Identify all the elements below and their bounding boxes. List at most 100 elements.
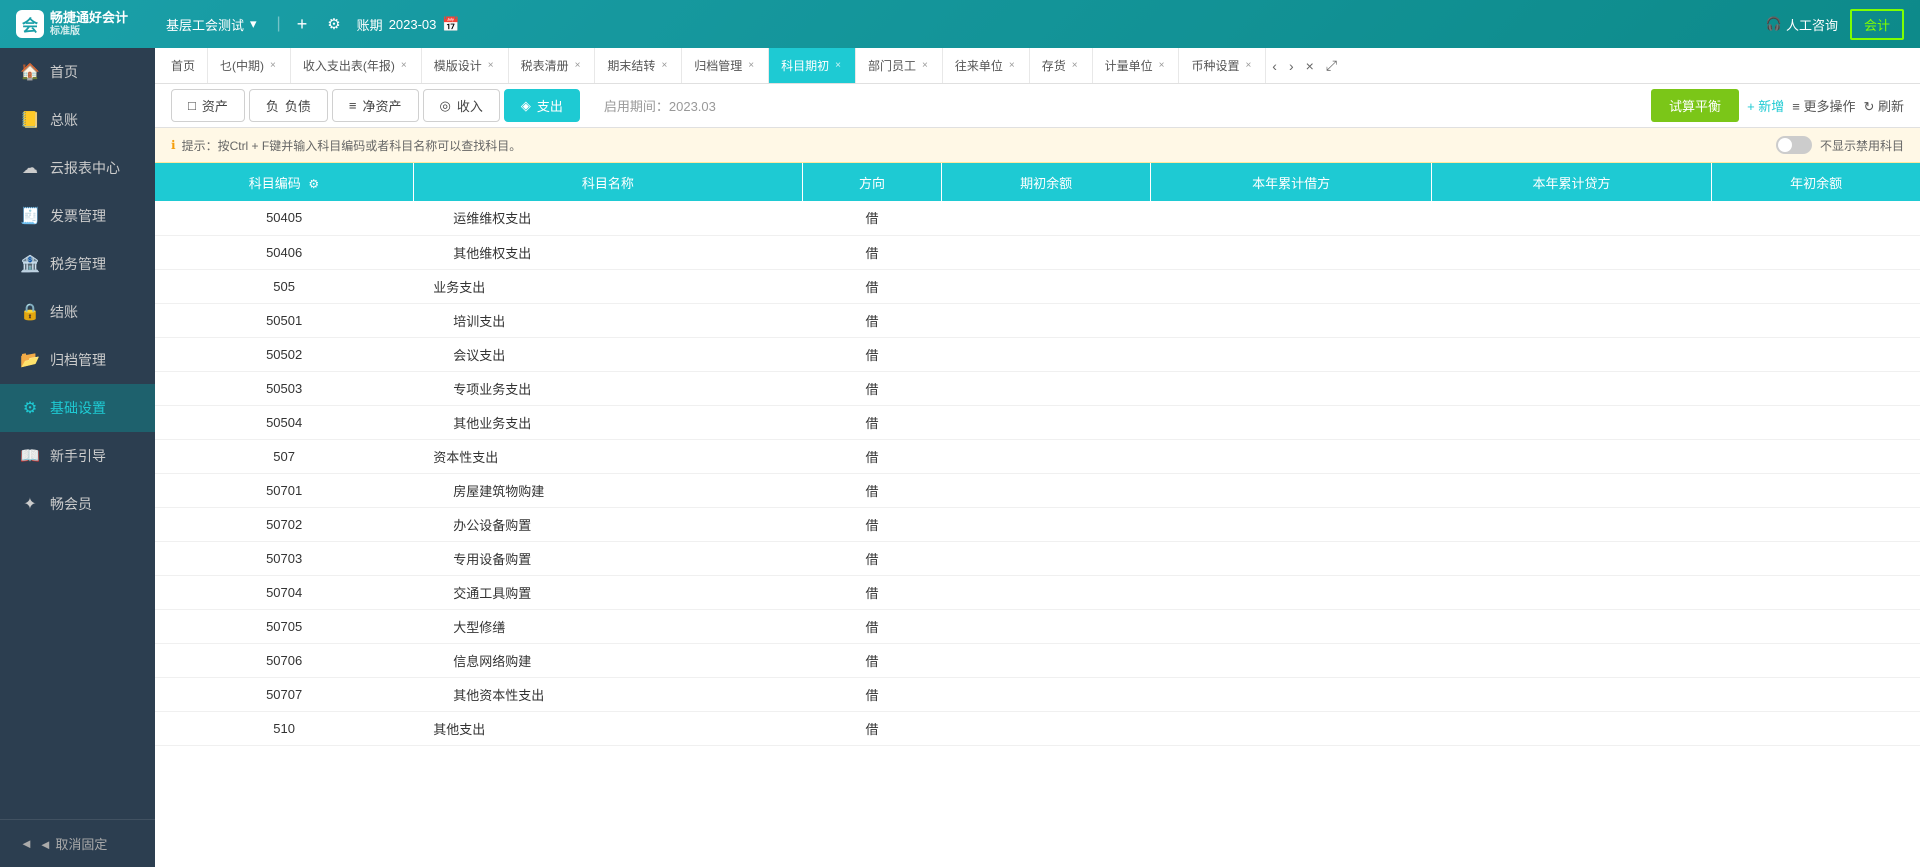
calendar-icon[interactable]: 📅 <box>442 16 459 33</box>
table-row[interactable]: 50504其他业务支出借 <box>155 405 1920 439</box>
cat-net-asset-button[interactable]: ≡ 净资产 <box>332 89 419 122</box>
cell-year-debit <box>1151 609 1431 643</box>
cell-name: 大型修缮 <box>413 609 802 643</box>
tab-home-label: 首页 <box>171 57 195 74</box>
tab-mid-report[interactable]: 乜(中期) × <box>208 48 291 84</box>
account-button[interactable]: 会计 <box>1850 9 1904 40</box>
cell-year-debit <box>1151 303 1431 337</box>
th-year-credit: 本年累计贷方 <box>1431 163 1711 201</box>
cell-direction: 借 <box>803 541 942 575</box>
tab-contacts-close[interactable]: × <box>1007 60 1017 71</box>
cell-year-credit <box>1431 711 1711 745</box>
cat-income-button[interactable]: ◎ 收入 <box>423 89 500 122</box>
cell-period-balance <box>941 303 1151 337</box>
tab-next-button[interactable]: › <box>1283 48 1300 84</box>
tab-income-expense[interactable]: 收入支出表(年报) × <box>291 48 422 84</box>
table-row[interactable]: 505业务支出借 <box>155 269 1920 303</box>
sidebar-label-guide: 新手引导 <box>50 446 106 466</box>
table-row[interactable]: 50707其他资本性支出借 <box>155 677 1920 711</box>
tab-archive-mgr[interactable]: 归档管理 × <box>682 48 769 84</box>
tab-close-all-button[interactable]: × <box>1300 48 1320 84</box>
tab-dept-staff[interactable]: 部门员工 × <box>856 48 943 84</box>
sidebar-item-home[interactable]: 🏠 首页 <box>0 48 155 96</box>
tab-period-end[interactable]: 期末结转 × <box>595 48 682 84</box>
cell-code: 50706 <box>155 643 413 677</box>
cell-direction: 借 <box>803 303 942 337</box>
cell-year-balance <box>1712 473 1920 507</box>
tab-unit-label: 计量单位 <box>1105 57 1153 74</box>
cat-liability-button[interactable]: 负 负债 <box>249 89 328 122</box>
th-name: 科目名称 <box>413 163 802 201</box>
tab-archive-mgr-close[interactable]: × <box>746 60 756 71</box>
table-container: 科目编码 ⚙ 科目名称 方向 期初余额 本年累计借方 本年累计贷方 年初余额 5… <box>155 163 1920 867</box>
cat-expense-button[interactable]: ◈ 支出 <box>504 89 580 122</box>
tab-contacts[interactable]: 往来单位 × <box>943 48 1030 84</box>
disable-subject-toggle[interactable] <box>1776 136 1812 154</box>
sidebar-item-invoice[interactable]: 🧾 发票管理 <box>0 192 155 240</box>
sidebar-item-ledger[interactable]: 📒 总账 <box>0 96 155 144</box>
tab-currency[interactable]: 币种设置 × <box>1179 48 1266 84</box>
tab-home[interactable]: 首页 <box>159 48 208 84</box>
settings-icon[interactable]: ⚙ <box>308 177 319 191</box>
tab-prev-button[interactable]: ‹ <box>1266 48 1283 84</box>
cell-code: 50701 <box>155 473 413 507</box>
action-buttons: 试算平衡 + 新增 ≡ 更多操作 ↻ 刷新 <box>1651 89 1904 122</box>
add-button[interactable]: + 新增 <box>1747 96 1784 115</box>
cell-direction: 借 <box>803 711 942 745</box>
sidebar-item-cloud-report[interactable]: ☁ 云报表中心 <box>0 144 155 192</box>
cell-name: 专项业务支出 <box>413 371 802 405</box>
tab-unit-close[interactable]: × <box>1157 60 1167 71</box>
table-row[interactable]: 50704交通工具购置借 <box>155 575 1920 609</box>
cell-year-credit <box>1431 439 1711 473</box>
tab-currency-close[interactable]: × <box>1243 60 1253 71</box>
table-row[interactable]: 50706信息网络购建借 <box>155 643 1920 677</box>
sidebar-item-checkout[interactable]: 🔒 结账 <box>0 288 155 336</box>
cat-asset-button[interactable]: □ 资产 <box>171 89 245 122</box>
sidebar-item-guide[interactable]: 📖 新手引导 <box>0 432 155 480</box>
sidebar-item-basic[interactable]: ⚙ 基础设置 <box>0 384 155 432</box>
table-row[interactable]: 50405运维维权支出借 <box>155 201 1920 235</box>
company-selector[interactable]: 基层工会测试 ▾ <box>158 11 265 38</box>
table-row[interactable]: 50501培训支出借 <box>155 303 1920 337</box>
tab-expand-button[interactable]: ⤢ <box>1320 48 1343 84</box>
sidebar-item-tax[interactable]: 🏦 税务管理 <box>0 240 155 288</box>
add-company-button[interactable]: + <box>293 14 312 35</box>
table-row[interactable]: 50503专项业务支出借 <box>155 371 1920 405</box>
trial-balance-button[interactable]: 试算平衡 <box>1651 89 1739 122</box>
table-row[interactable]: 50502会议支出借 <box>155 337 1920 371</box>
tab-dept-staff-close[interactable]: × <box>920 60 930 71</box>
sidebar-item-archive[interactable]: 📂 归档管理 <box>0 336 155 384</box>
tab-mid-report-close[interactable]: × <box>268 60 278 71</box>
settings-icon[interactable]: ⚙ <box>323 15 344 33</box>
tab-template-close[interactable]: × <box>486 60 496 71</box>
tab-tax-table-close[interactable]: × <box>573 60 583 71</box>
tab-inventory-close[interactable]: × <box>1070 60 1080 71</box>
cell-year-debit <box>1151 337 1431 371</box>
table-row[interactable]: 50701房屋建筑物购建借 <box>155 473 1920 507</box>
archive-icon: 📂 <box>20 350 40 370</box>
tab-subject-init-close[interactable]: × <box>833 60 843 71</box>
tab-tax-table[interactable]: 税表清册 × <box>509 48 596 84</box>
cell-direction: 借 <box>803 507 942 541</box>
th-direction: 方向 <box>803 163 942 201</box>
tab-unit[interactable]: 计量单位 × <box>1093 48 1180 84</box>
tab-subject-init[interactable]: 科目期初 × <box>769 48 856 84</box>
table-row[interactable]: 507资本性支出借 <box>155 439 1920 473</box>
collapse-label: ◄ 取消固定 <box>39 834 107 853</box>
more-actions-button[interactable]: ≡ 更多操作 <box>1792 96 1855 115</box>
table-row[interactable]: 50705大型修缮借 <box>155 609 1920 643</box>
table-row[interactable]: 50702办公设备购置借 <box>155 507 1920 541</box>
tab-template[interactable]: 模版设计 × <box>422 48 509 84</box>
tab-inventory[interactable]: 存货 × <box>1030 48 1093 84</box>
table-row[interactable]: 50406其他维权支出借 <box>155 235 1920 269</box>
sidebar-collapse-button[interactable]: ◄ ◄ 取消固定 <box>0 819 155 867</box>
table-row[interactable]: 510其他支出借 <box>155 711 1920 745</box>
tab-period-end-close[interactable]: × <box>659 60 669 71</box>
table-row[interactable]: 50703专用设备购置借 <box>155 541 1920 575</box>
tab-income-expense-close[interactable]: × <box>399 60 409 71</box>
customer-service-button[interactable]: 🎧 人工咨询 <box>1766 15 1838 34</box>
tip-text: 提示：按Ctrl + F键并输入科目编码或者科目名称可以查找科目。 <box>182 137 522 154</box>
sidebar-item-member[interactable]: ✦ 畅会员 <box>0 480 155 528</box>
subject-table: 科目编码 ⚙ 科目名称 方向 期初余额 本年累计借方 本年累计贷方 年初余额 5… <box>155 163 1920 746</box>
refresh-button[interactable]: ↻ 刷新 <box>1863 96 1904 115</box>
